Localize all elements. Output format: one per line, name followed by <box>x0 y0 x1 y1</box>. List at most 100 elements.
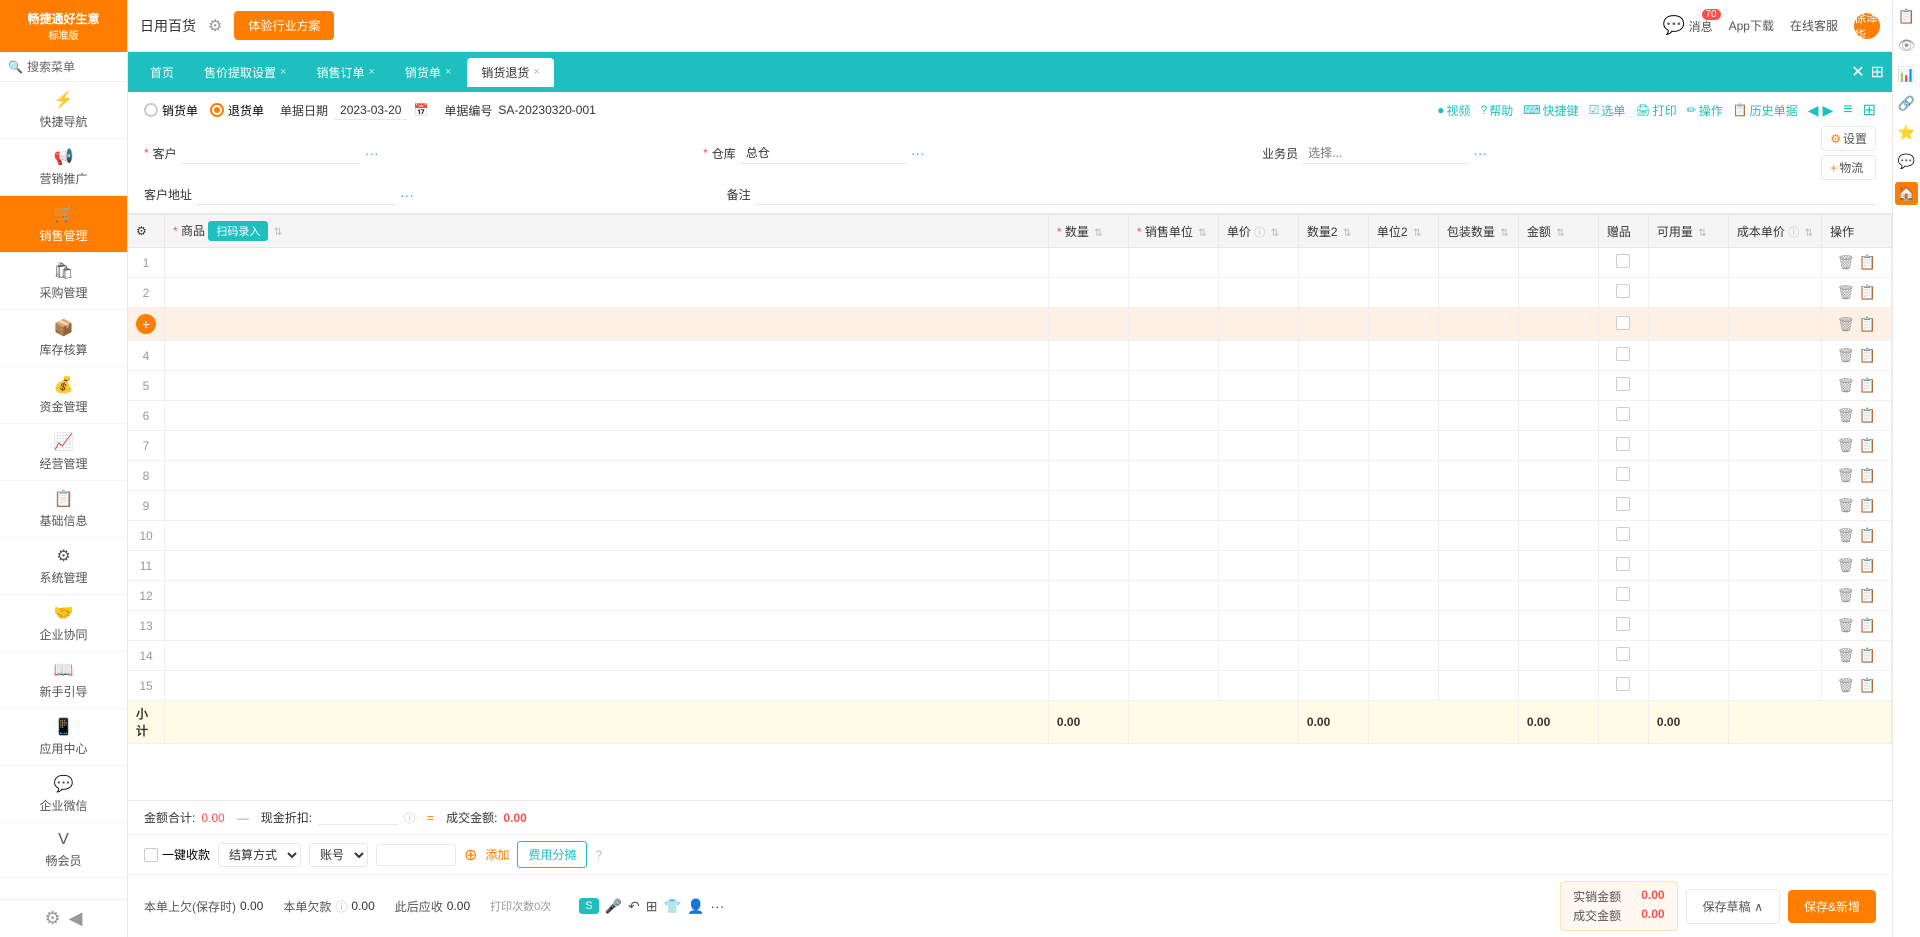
panel-icon-1[interactable]: 📋 <box>1898 8 1915 25</box>
copy-row-btn[interactable]: 📋 <box>1859 467 1876 484</box>
salesman-select-btn[interactable]: ··· <box>1473 145 1487 161</box>
unit-cell[interactable] <box>1128 278 1218 308</box>
sidebar-search[interactable]: 🔍 搜索菜单 <box>0 52 127 82</box>
product-input[interactable] <box>173 317 1040 331</box>
sidebar-item-shortcuts[interactable]: ⚡ 快捷导航 <box>0 82 127 139</box>
unit2-cell[interactable] <box>1368 431 1438 461</box>
unit-cell[interactable] <box>1128 611 1218 641</box>
qty-cell[interactable] <box>1048 641 1128 671</box>
tab-price-close[interactable]: × <box>280 66 286 78</box>
price-cell[interactable] <box>1218 308 1298 341</box>
warehouse-input[interactable] <box>740 143 907 164</box>
qty-cell[interactable] <box>1048 431 1128 461</box>
discount-info[interactable]: ⓘ <box>404 810 415 826</box>
gift-cell[interactable] <box>1598 308 1648 341</box>
amount-cell[interactable] <box>1518 491 1598 521</box>
qty-cell[interactable] <box>1048 551 1128 581</box>
sidebar-item-sales[interactable]: 🛒 销售管理 <box>0 196 127 253</box>
price-cell[interactable] <box>1218 551 1298 581</box>
delete-row-btn[interactable]: 🗑 <box>1837 407 1855 424</box>
unit-cell[interactable] <box>1128 551 1218 581</box>
pkg-cell[interactable] <box>1438 641 1518 671</box>
sidebar-collapse-btn[interactable]: ◀ <box>69 908 83 929</box>
view-list-btn[interactable]: ≡ <box>1843 101 1852 119</box>
action-history[interactable]: 📋 历史单据 <box>1733 102 1798 119</box>
pkg-cell[interactable] <box>1438 551 1518 581</box>
pkg-cell[interactable] <box>1438 401 1518 431</box>
unit2-cell[interactable] <box>1368 641 1438 671</box>
qty-cell[interactable] <box>1048 611 1128 641</box>
delete-row-btn[interactable]: 🗑 <box>1837 254 1855 271</box>
mic-icon[interactable]: 🎤 <box>605 898 622 915</box>
unit-sort[interactable]: ⇅ <box>1198 228 1206 239</box>
qty-cell[interactable] <box>1048 581 1128 611</box>
gift-checkbox[interactable] <box>1616 284 1630 298</box>
sidebar-settings-btn[interactable]: ⚙ <box>45 908 61 929</box>
product-cell[interactable] <box>165 521 1049 551</box>
qty2-cell[interactable] <box>1298 278 1368 308</box>
qty2-cell[interactable] <box>1298 341 1368 371</box>
qty-cell[interactable] <box>1048 491 1128 521</box>
qty2-cell[interactable] <box>1298 581 1368 611</box>
product-cell[interactable] <box>165 581 1049 611</box>
sidebar-item-basics[interactable]: 📋 基础信息 <box>0 481 127 538</box>
gift-checkbox[interactable] <box>1616 497 1630 511</box>
qty-cell[interactable] <box>1048 671 1128 701</box>
unit2-cell[interactable] <box>1368 308 1438 341</box>
delete-row-btn[interactable]: 🗑 <box>1837 497 1855 514</box>
gift-cell[interactable] <box>1598 341 1648 371</box>
copy-row-btn[interactable]: 📋 <box>1859 377 1876 394</box>
gift-checkbox[interactable] <box>1616 316 1630 330</box>
gift-cell[interactable] <box>1598 278 1648 308</box>
gift-cell[interactable] <box>1598 431 1648 461</box>
product-sort[interactable]: ⇅ <box>274 227 282 238</box>
action-shortcut[interactable]: ⌨ 快捷键 <box>1523 102 1578 119</box>
delete-row-btn[interactable]: 🗑 <box>1837 587 1855 604</box>
gift-cell[interactable] <box>1598 521 1648 551</box>
product-cell[interactable] <box>165 491 1049 521</box>
sidebar-item-finance[interactable]: 💰 资金管理 <box>0 367 127 424</box>
pkg-cell[interactable] <box>1438 611 1518 641</box>
panel-icon-7[interactable]: 🏠 <box>1895 182 1918 205</box>
pkg-cell[interactable] <box>1438 491 1518 521</box>
add-payment-icon[interactable]: ⊕ <box>464 845 477 865</box>
unit2-cell[interactable] <box>1368 521 1438 551</box>
unit2-cell[interactable] <box>1368 248 1438 278</box>
sidebar-item-apps[interactable]: 📱 应用中心 <box>0 709 127 766</box>
qty2-cell[interactable] <box>1298 641 1368 671</box>
qty-cell[interactable] <box>1048 521 1128 551</box>
add-payment-label[interactable]: 添加 <box>485 846 509 863</box>
save-new-btn[interactable]: 保存&新增 <box>1788 890 1876 923</box>
available-sort[interactable]: ⇅ <box>1698 228 1706 239</box>
price-cell[interactable] <box>1218 278 1298 308</box>
amount-cell[interactable] <box>1518 581 1598 611</box>
unit-cell[interactable] <box>1128 461 1218 491</box>
copy-row-btn[interactable]: 📋 <box>1859 316 1876 333</box>
amount-cell[interactable] <box>1518 371 1598 401</box>
customer-input[interactable] <box>181 143 361 164</box>
gift-cell[interactable] <box>1598 248 1648 278</box>
amount-cell[interactable] <box>1518 341 1598 371</box>
gift-checkbox[interactable] <box>1616 557 1630 571</box>
tab-sales-order-close[interactable]: × <box>368 66 374 78</box>
gift-cell[interactable] <box>1598 401 1648 431</box>
qty-cell[interactable] <box>1048 278 1128 308</box>
sidebar-item-guide[interactable]: 📖 新手引导 <box>0 652 127 709</box>
tab-price-setting[interactable]: 售价提取设置 × <box>190 58 300 87</box>
action-video[interactable]: ● 视频 <box>1437 102 1470 119</box>
price-cell[interactable] <box>1218 341 1298 371</box>
price-cell[interactable] <box>1218 371 1298 401</box>
price-cell[interactable] <box>1218 581 1298 611</box>
delete-row-btn[interactable]: 🗑 <box>1837 284 1855 301</box>
tab-sales-return[interactable]: 销货退货 × <box>467 58 553 87</box>
app-download-btn[interactable]: App下载 <box>1729 17 1774 34</box>
unit2-sort[interactable]: ⇅ <box>1413 228 1421 239</box>
copy-row-btn[interactable]: 📋 <box>1859 347 1876 364</box>
one-click-pay-checkbox[interactable]: 一键收款 <box>144 846 210 863</box>
qty2-cell[interactable] <box>1298 491 1368 521</box>
pkg-cell[interactable] <box>1438 308 1518 341</box>
product-cell[interactable] <box>165 308 1049 341</box>
scan-btn[interactable]: 扫码录入 <box>208 221 268 241</box>
amount-sort[interactable]: ⇅ <box>1556 228 1564 239</box>
remark-input[interactable] <box>755 184 1876 205</box>
